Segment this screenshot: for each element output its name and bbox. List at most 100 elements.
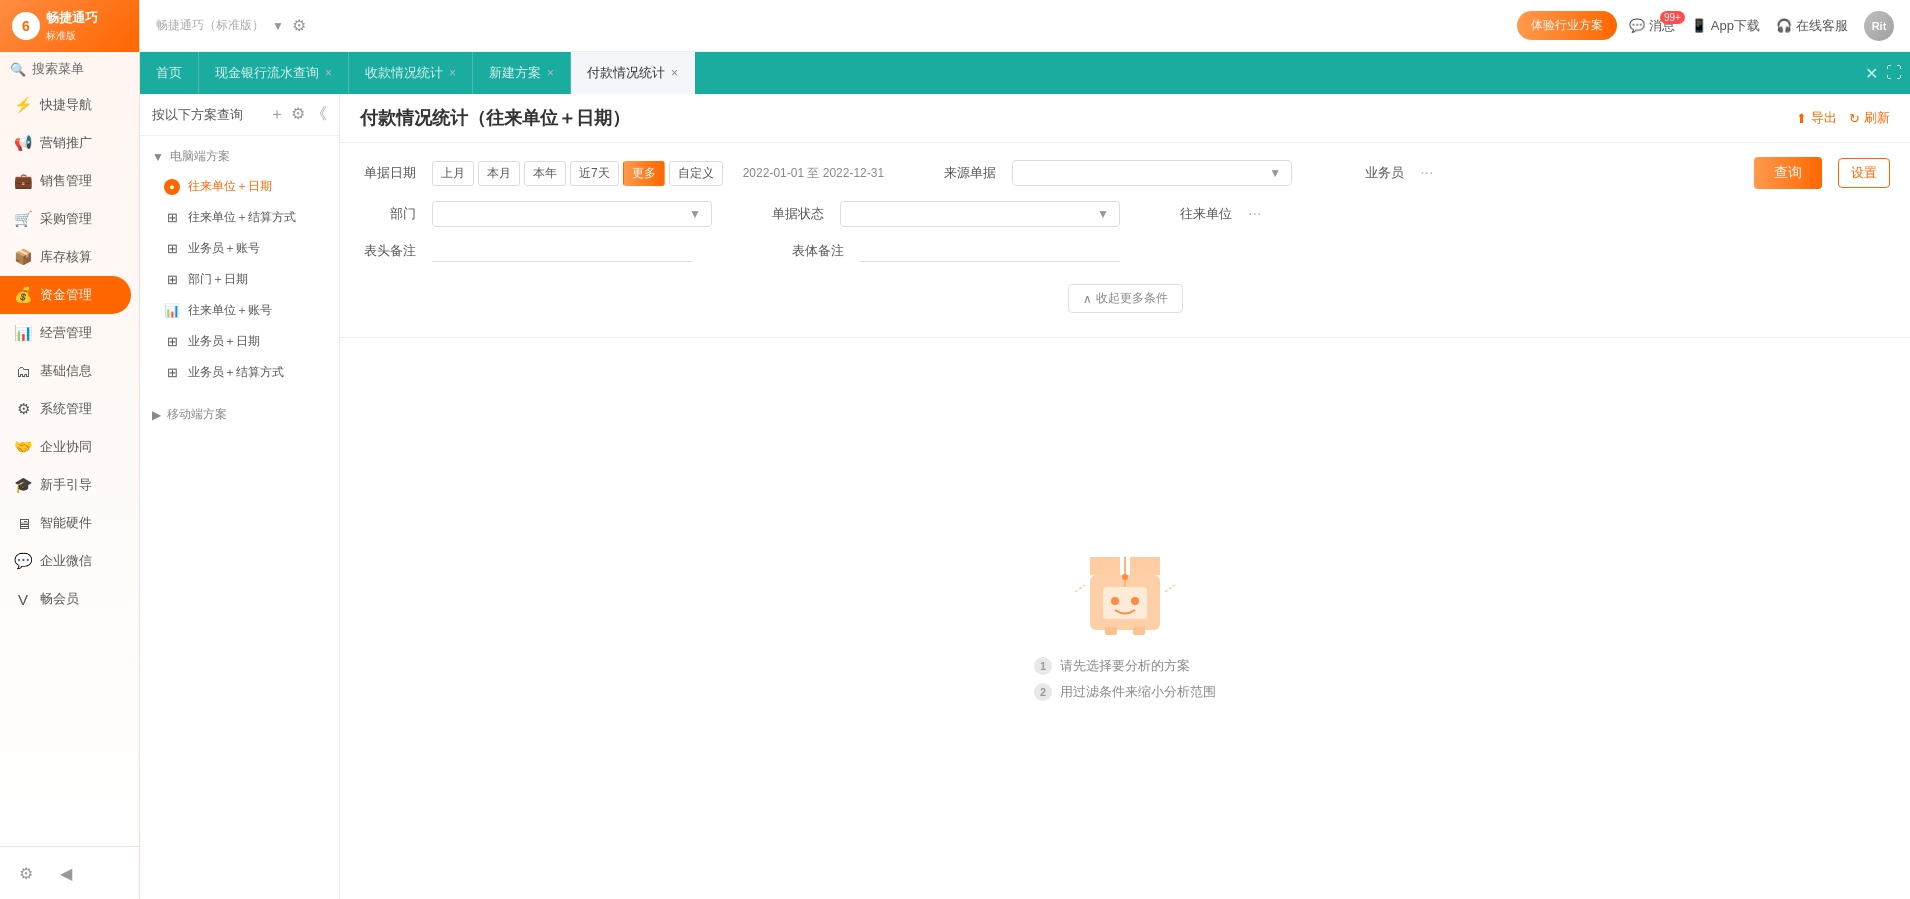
source-doc-select[interactable]: ▼ bbox=[1012, 160, 1292, 186]
sidebar-item-cooperation[interactable]: 🤝 企业协同 bbox=[0, 428, 139, 466]
scheme-item-partner-date[interactable]: ● 往来单位＋日期 bbox=[140, 171, 339, 202]
sidebar-item-hardware[interactable]: 🖥 智能硬件 bbox=[0, 504, 139, 542]
sidebar-settings-btn[interactable]: ⚙ bbox=[10, 857, 42, 889]
header-gear-icon[interactable]: ⚙ bbox=[292, 16, 306, 35]
doc-date-label: 单据日期 bbox=[360, 164, 416, 182]
collapse-row: ∧ 收起更多条件 bbox=[360, 274, 1890, 323]
sidebar-logo: 6 畅捷通巧 标准版 bbox=[0, 0, 139, 52]
header-title-area: 畅捷通巧（标准版） ▼ ⚙ bbox=[156, 16, 1505, 35]
scheme-settings-btn[interactable]: ⚙ bbox=[291, 104, 305, 125]
service-icon: 🎧 bbox=[1776, 18, 1792, 33]
sidebar-item-finance[interactable]: 💰 资金管理 bbox=[0, 276, 131, 314]
main-area: 畅捷通巧（标准版） ▼ ⚙ 体验行业方案 💬 消息 99+ 📱 App下载 🎧 … bbox=[140, 0, 1910, 899]
finance-icon: 💰 bbox=[14, 286, 32, 304]
tab-home[interactable]: 首页 bbox=[140, 52, 199, 94]
header-remark-input[interactable] bbox=[432, 239, 692, 262]
doc-status-select[interactable]: ▼ bbox=[840, 201, 1120, 227]
search-menu[interactable]: 🔍 搜索菜单 bbox=[0, 52, 139, 86]
svg-line-9 bbox=[1075, 585, 1085, 592]
page-header-actions: ⬆ 导出 ↻ 刷新 bbox=[1796, 109, 1890, 127]
guide-icon: 🎓 bbox=[14, 476, 32, 494]
tab-payment-stats[interactable]: 付款情况统计 × bbox=[571, 52, 695, 94]
notification-badge: 99+ bbox=[1660, 11, 1685, 24]
tab-bank-flow[interactable]: 现金银行流水查询 × bbox=[199, 52, 349, 94]
tab-close-all-btn[interactable]: ✕ bbox=[1865, 64, 1878, 83]
scheme-item-staff-settle-icon: ⊞ bbox=[164, 365, 180, 381]
purchase-icon: 🛒 bbox=[14, 210, 32, 228]
body-remark-input[interactable] bbox=[860, 239, 1120, 262]
date-more-btn[interactable]: 更多 bbox=[623, 161, 665, 186]
sidebar-item-marketing[interactable]: 📢 营销推广 bbox=[0, 124, 139, 162]
page-header: 付款情况统计（往来单位＋日期） ⬆ 导出 ↻ 刷新 bbox=[340, 94, 1910, 143]
scheme-item-partner-settle[interactable]: ⊞ 往来单位＋结算方式 bbox=[140, 202, 339, 233]
sidebar-item-member[interactable]: V 畅会员 bbox=[0, 580, 139, 618]
query-btn[interactable]: 查询 bbox=[1754, 157, 1822, 189]
partner-dots[interactable]: ··· bbox=[1248, 205, 1261, 223]
scheme-group-mobile-title[interactable]: ▶ 移动端方案 bbox=[140, 400, 339, 429]
scheme-item-staff-date[interactable]: ⊞ 业务员＋日期 bbox=[140, 326, 339, 357]
sidebar-item-basic-info[interactable]: 🗂 基础信息 bbox=[0, 352, 139, 390]
cooperation-icon: 🤝 bbox=[14, 438, 32, 456]
scheme-item-partner-account[interactable]: 📊 往来单位＋账号 bbox=[140, 295, 339, 326]
tab-new-scheme[interactable]: 新建方案 × bbox=[473, 52, 571, 94]
sidebar-item-wechat[interactable]: 💬 企业微信 bbox=[0, 542, 139, 580]
notifications-btn[interactable]: 💬 消息 99+ bbox=[1629, 17, 1675, 35]
date-last-month-btn[interactable]: 上月 bbox=[432, 161, 474, 186]
header-dropdown-icon[interactable]: ▼ bbox=[272, 19, 284, 33]
sidebar-item-quick-nav[interactable]: ⚡ 快捷导航 bbox=[0, 86, 139, 124]
tab-spacer bbox=[695, 52, 1857, 94]
date-last-7days-btn[interactable]: 近7天 bbox=[570, 161, 619, 186]
page-title: 付款情况统计（往来单位＋日期） bbox=[360, 106, 630, 130]
app-download-btn[interactable]: 📱 App下载 bbox=[1691, 17, 1760, 35]
sidebar-item-sales[interactable]: 💼 销售管理 bbox=[0, 162, 139, 200]
empty-hints: 1 请先选择要分析的方案 2 用过滤条件来缩小分析范围 bbox=[1034, 657, 1216, 701]
trial-btn[interactable]: 体验行业方案 bbox=[1517, 11, 1617, 40]
svg-rect-7 bbox=[1105, 627, 1117, 635]
user-avatar[interactable]: Rit bbox=[1864, 11, 1894, 41]
scheme-item-staff-settle[interactable]: ⊞ 业务员＋结算方式 bbox=[140, 357, 339, 388]
date-this-month-btn[interactable]: 本月 bbox=[478, 161, 520, 186]
refresh-btn[interactable]: ↻ 刷新 bbox=[1849, 109, 1890, 127]
scheme-group-desktop: ▼ 电脑端方案 ● 往来单位＋日期 ⊞ 往来单位＋结算方式 ⊞ 业务员＋账号 ⊞ bbox=[140, 136, 339, 394]
sidebar: 6 畅捷通巧 标准版 🔍 搜索菜单 ⚡ 快捷导航 📢 营销推广 💼 销售管理 🛒… bbox=[0, 0, 140, 899]
sidebar-collapse-btn[interactable]: ◀ bbox=[50, 857, 82, 889]
dept-select[interactable]: ▼ bbox=[432, 201, 712, 227]
setting-btn[interactable]: 设置 bbox=[1838, 158, 1890, 188]
date-this-year-btn[interactable]: 本年 bbox=[524, 161, 566, 186]
export-btn[interactable]: ⬆ 导出 bbox=[1796, 109, 1837, 127]
staff-dots[interactable]: ··· bbox=[1420, 164, 1433, 182]
scheme-collapse-btn[interactable]: 《 bbox=[311, 104, 327, 125]
sidebar-item-system[interactable]: ⚙ 系统管理 bbox=[0, 390, 139, 428]
scheme-item-dept-date-icon: ⊞ bbox=[164, 272, 180, 288]
logo-badge: 标准版 bbox=[46, 29, 98, 43]
online-service-btn[interactable]: 🎧 在线客服 bbox=[1776, 17, 1848, 35]
scheme-group-desktop-title[interactable]: ▼ 电脑端方案 bbox=[140, 142, 339, 171]
svg-point-4 bbox=[1131, 597, 1139, 605]
tab-new-scheme-close[interactable]: × bbox=[547, 66, 554, 80]
empty-state: 1 请先选择要分析的方案 2 用过滤条件来缩小分析范围 bbox=[340, 338, 1910, 899]
sidebar-item-guide[interactable]: 🎓 新手引导 bbox=[0, 466, 139, 504]
sidebar-item-operations[interactable]: 📊 经营管理 bbox=[0, 314, 139, 352]
sidebar-item-inventory[interactable]: 📦 库存核算 bbox=[0, 238, 139, 276]
collapse-conditions-btn[interactable]: ∧ 收起更多条件 bbox=[1068, 284, 1183, 313]
sales-icon: 💼 bbox=[14, 172, 32, 190]
tab-payment-stats-close[interactable]: × bbox=[671, 66, 678, 80]
svg-line-10 bbox=[1165, 585, 1175, 592]
scheme-item-partner-account-icon: 📊 bbox=[164, 303, 180, 319]
partner-label: 往来单位 bbox=[1176, 205, 1232, 223]
scheme-item-staff-account[interactable]: ⊞ 业务员＋账号 bbox=[140, 233, 339, 264]
date-custom-btn[interactable]: 自定义 bbox=[669, 161, 723, 186]
hint-num-1: 1 bbox=[1034, 657, 1052, 675]
scheme-item-partner-date-icon: ● bbox=[164, 179, 180, 195]
tab-receipt-stats[interactable]: 收款情况统计 × bbox=[349, 52, 473, 94]
tab-expand-btn[interactable]: ⛶ bbox=[1886, 64, 1902, 82]
svg-point-6 bbox=[1122, 574, 1128, 580]
scheme-add-btn[interactable]: ＋ bbox=[269, 104, 285, 125]
tab-bank-flow-close[interactable]: × bbox=[325, 66, 332, 80]
tab-receipt-stats-close[interactable]: × bbox=[449, 66, 456, 80]
scheme-item-dept-date[interactable]: ⊞ 部门＋日期 bbox=[140, 264, 339, 295]
sidebar-item-purchase[interactable]: 🛒 采购管理 bbox=[0, 200, 139, 238]
scheme-group-mobile-label: 移动端方案 bbox=[167, 406, 227, 423]
top-header: 畅捷通巧（标准版） ▼ ⚙ 体验行业方案 💬 消息 99+ 📱 App下载 🎧 … bbox=[140, 0, 1910, 52]
staff-label: 业务员 bbox=[1348, 164, 1404, 182]
